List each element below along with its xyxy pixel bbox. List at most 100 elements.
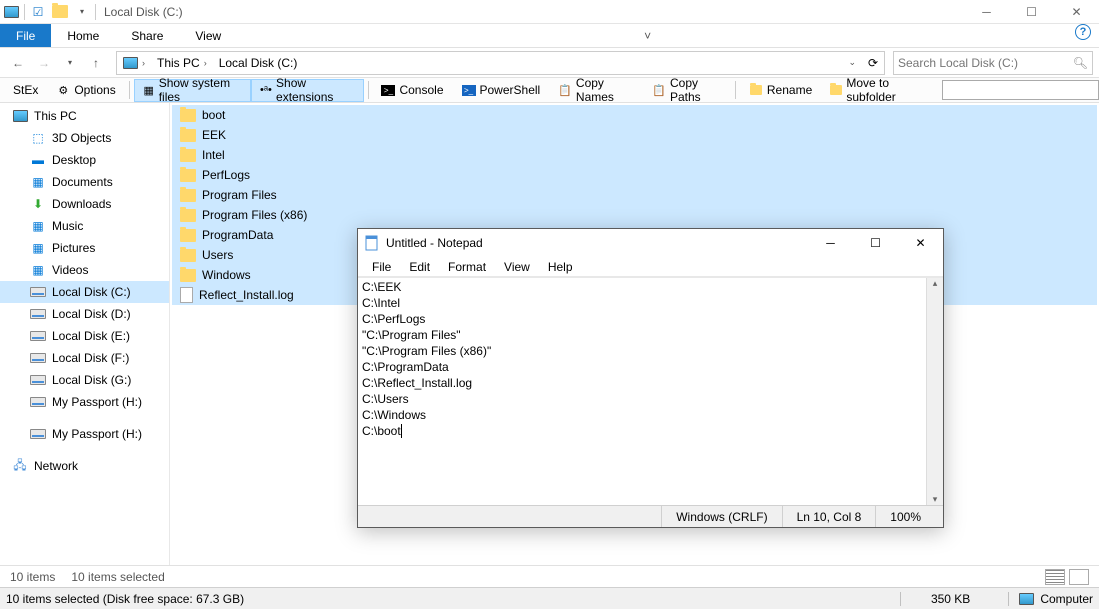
file-name: PerfLogs	[202, 168, 250, 182]
notepad-menu-help[interactable]: Help	[540, 260, 581, 274]
tree-item-my-passport-h-[interactable]: My Passport (H:)	[0, 391, 169, 413]
folder-icon	[180, 249, 196, 262]
qat-folder-icon[interactable]	[49, 1, 71, 23]
notepad-minimize-button[interactable]: ─	[808, 229, 853, 257]
tree-item-my-passport-h-[interactable]: My Passport (H:)	[0, 423, 169, 445]
selection-count: 10 items selected	[71, 570, 164, 584]
tree-item-desktop[interactable]: ▬ Desktop	[0, 149, 169, 171]
move-icon	[830, 83, 842, 97]
tree-label: This PC	[34, 109, 77, 123]
file-item[interactable]: EEK	[172, 125, 1097, 145]
file-name: Users	[202, 248, 233, 262]
tree-item-network[interactable]: 🖧Network	[0, 455, 169, 477]
statusbar2-computer: Computer	[1008, 592, 1093, 606]
qat-properties-icon[interactable]: ☑	[27, 1, 49, 23]
notepad-textarea[interactable]: C:\EEK C:\Intel C:\PerfLogs "C:\Program …	[358, 278, 926, 505]
tree-item-downloads[interactable]: ⬇Downloads	[0, 193, 169, 215]
tree-item-pictures[interactable]: ▦Pictures	[0, 237, 169, 259]
notepad-menubar: File Edit Format View Help	[358, 257, 943, 277]
tree-item-this-pc[interactable]: This PC	[0, 105, 169, 127]
disk-icon	[30, 350, 46, 366]
forward-button[interactable]: →	[32, 51, 56, 75]
back-button[interactable]: ←	[6, 51, 30, 75]
rename-button[interactable]: Rename	[740, 79, 821, 102]
powershell-button[interactable]: >_PowerShell	[453, 79, 550, 102]
disk-icon	[30, 372, 46, 388]
tree-item-local-disk-c-[interactable]: Local Disk (C:)	[0, 281, 169, 303]
folder-icon	[180, 229, 196, 242]
tree-item-local-disk-g-[interactable]: Local Disk (G:)	[0, 369, 169, 391]
tree-label: Desktop	[52, 153, 96, 167]
file-item[interactable]: Program Files	[172, 185, 1097, 205]
close-button[interactable]: ✕	[1054, 0, 1099, 24]
notepad-scrollbar[interactable]	[926, 278, 943, 505]
notepad-maximize-button[interactable]: ☐	[853, 229, 898, 257]
tree-item-local-disk-d-[interactable]: Local Disk (D:)	[0, 303, 169, 325]
file-item[interactable]: PerfLogs	[172, 165, 1097, 185]
tree-item-music[interactable]: ▦Music	[0, 215, 169, 237]
file-name: ProgramData	[202, 228, 273, 242]
file-icon	[180, 287, 193, 303]
tab-view[interactable]: View	[179, 24, 237, 47]
folder-icon	[180, 269, 196, 282]
copy-names-button[interactable]: 📋Copy Names	[549, 79, 643, 102]
address-dropdown-icon[interactable]: ⌄	[842, 52, 862, 74]
qat-dropdown-icon[interactable]: ▾	[71, 1, 93, 23]
tree-item-3d-objects[interactable]: ⬚3D Objects	[0, 127, 169, 149]
navbar: ← → ▾ ↑ › This PC› Local Disk (C:) ⌄ ⟳ 🔍…	[0, 48, 1099, 78]
search-box[interactable]: 🔍︎	[893, 51, 1093, 75]
file-item[interactable]: boot	[172, 105, 1097, 125]
folder-icon	[180, 149, 196, 162]
search-input[interactable]	[898, 56, 1073, 70]
details-view-button[interactable]	[1045, 569, 1065, 585]
ribbon-collapse-icon[interactable]: ˅	[644, 24, 668, 47]
address-seg-localdisk[interactable]: Local Disk (C:)	[213, 52, 304, 74]
disk-icon	[30, 328, 46, 344]
status-bar: 10 items 10 items selected	[0, 565, 1099, 587]
show-extensions-button[interactable]: •ᵃ•Show extensions	[251, 79, 364, 102]
notepad-close-button[interactable]: ✕	[898, 229, 943, 257]
copy-paths-button[interactable]: 📋Copy Paths	[643, 79, 731, 102]
tab-share[interactable]: Share	[115, 24, 179, 47]
tree-label: 3D Objects	[52, 131, 111, 145]
address-seg-thispc[interactable]: This PC›	[151, 52, 213, 74]
subfolder-name-input[interactable]	[942, 80, 1099, 100]
downloads-icon: ⬇	[30, 196, 46, 212]
notepad-menu-view[interactable]: View	[496, 260, 538, 274]
maximize-button[interactable]: ☐	[1009, 0, 1054, 24]
move-subfolder-button[interactable]: Move to subfolder	[821, 79, 938, 102]
docs-icon: ▦	[30, 174, 46, 190]
notepad-menu-edit[interactable]: Edit	[401, 260, 438, 274]
file-item[interactable]: Program Files (x86)	[172, 205, 1097, 225]
notepad-encoding: Windows (CRLF)	[661, 506, 781, 527]
tree-item-documents[interactable]: ▦Documents	[0, 171, 169, 193]
music-icon: ▦	[30, 218, 46, 234]
console-button[interactable]: >_Console	[372, 79, 452, 102]
notepad-titlebar[interactable]: Untitled - Notepad ─ ☐ ✕	[358, 229, 943, 257]
desktop-icon: ▬	[30, 152, 46, 168]
tab-file[interactable]: File	[0, 24, 51, 47]
explorer-icon	[0, 1, 22, 23]
notepad-menu-format[interactable]: Format	[440, 260, 494, 274]
notepad-menu-file[interactable]: File	[364, 260, 399, 274]
tab-home[interactable]: Home	[51, 24, 115, 47]
tree-item-local-disk-f-[interactable]: Local Disk (F:)	[0, 347, 169, 369]
search-icon[interactable]: 🔍︎	[1073, 56, 1088, 70]
refresh-button[interactable]: ⟳	[862, 52, 884, 74]
large-icons-view-button[interactable]	[1069, 569, 1089, 585]
navigation-pane[interactable]: This PC ⬚3D Objects ▬ Desktop ▦Documents⬇Dow…	[0, 103, 170, 565]
stex-button[interactable]: StEx	[4, 79, 47, 102]
minimize-button[interactable]: ─	[964, 0, 1009, 24]
recent-dropdown-icon[interactable]: ▾	[58, 51, 82, 75]
tree-item-videos[interactable]: ▦Videos	[0, 259, 169, 281]
notepad-window[interactable]: Untitled - Notepad ─ ☐ ✕ File Edit Forma…	[357, 228, 944, 528]
ext-icon: •ᵃ•	[260, 83, 272, 97]
address-bar[interactable]: › This PC› Local Disk (C:) ⌄ ⟳	[116, 51, 885, 75]
up-button[interactable]: ↑	[84, 51, 108, 75]
options-button[interactable]: ⚙Options	[47, 79, 124, 102]
tree-item-local-disk-e-[interactable]: Local Disk (E:)	[0, 325, 169, 347]
address-root-icon[interactable]: ›	[117, 52, 151, 74]
help-icon[interactable]: ?	[1075, 24, 1091, 40]
show-system-files-button[interactable]: ▦Show system files	[134, 79, 251, 102]
file-item[interactable]: Intel	[172, 145, 1097, 165]
